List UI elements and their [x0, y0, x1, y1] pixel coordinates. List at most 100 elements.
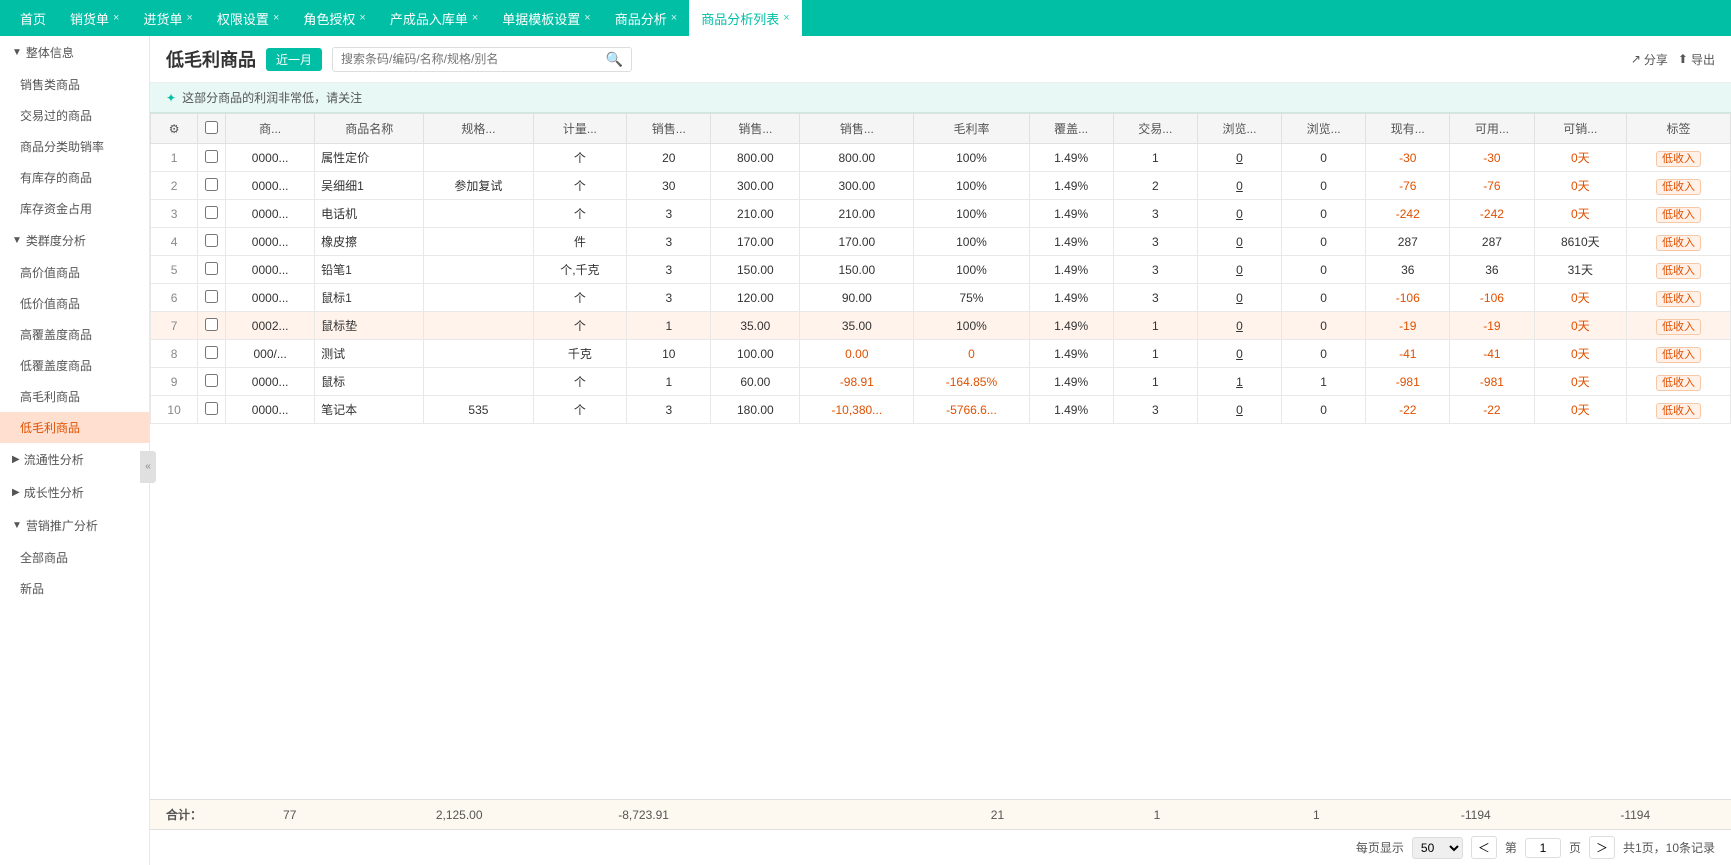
table-row: 5 0000... 铅笔1 个,千克 3 150.00 150.00 100% … [151, 256, 1731, 284]
row-unit: 个 [533, 172, 627, 200]
col-gross-rate[interactable]: 毛利率 [914, 114, 1029, 144]
close-icon[interactable]: × [113, 12, 119, 24]
sidebar-group-growth[interactable]: ▶ 成长性分析 [0, 476, 149, 509]
row-checkbox[interactable] [198, 200, 226, 228]
nav-item-template[interactable]: 单据模板设置 × [490, 0, 602, 36]
table-row: 10 0000... 笔记本 535 个 3 180.00 -10,380...… [151, 396, 1731, 424]
row-sales-qty: 30 [627, 172, 711, 200]
col-name[interactable]: 商品名称 [315, 114, 424, 144]
row-browse1[interactable]: 0 [1197, 200, 1281, 228]
col-browse2[interactable]: 浏览... [1282, 114, 1366, 144]
col-sales-qty[interactable]: 销售... [627, 114, 711, 144]
row-checkbox[interactable] [198, 256, 226, 284]
row-checkbox[interactable] [198, 340, 226, 368]
nav-item-sales[interactable]: 销货单 × [58, 0, 131, 36]
sidebar-item-all-products[interactable]: 全部商品 [0, 542, 149, 573]
col-tag[interactable]: 标签 [1627, 114, 1731, 144]
share-button[interactable]: ↗ 分享 [1631, 51, 1668, 68]
sidebar-item-new-products[interactable]: 新品 [0, 573, 149, 604]
col-available[interactable]: 可用... [1450, 114, 1534, 144]
row-checkbox[interactable] [198, 312, 226, 340]
close-icon[interactable]: × [273, 12, 279, 24]
row-browse1[interactable]: 1 [1197, 368, 1281, 396]
col-checkbox[interactable] [198, 114, 226, 144]
search-input[interactable] [341, 52, 606, 66]
sidebar-item-in-stock[interactable]: 有库存的商品 [0, 162, 149, 193]
row-browse1[interactable]: 0 [1197, 144, 1281, 172]
row-browse1[interactable]: 0 [1197, 256, 1281, 284]
row-checkbox[interactable] [198, 396, 226, 424]
row-tag: 低收入 [1627, 284, 1731, 312]
export-button[interactable]: ⬆ 导出 [1678, 51, 1715, 68]
next-page-button[interactable]: ＞ [1589, 836, 1615, 859]
row-browse1[interactable]: 0 [1197, 228, 1281, 256]
sidebar-item-low-value[interactable]: 低价值商品 [0, 288, 149, 319]
col-saleable[interactable]: 可销... [1534, 114, 1627, 144]
close-icon[interactable]: × [472, 12, 478, 24]
col-browse1[interactable]: 浏览... [1197, 114, 1281, 144]
col-cover-rate[interactable]: 覆盖... [1029, 114, 1113, 144]
col-unit[interactable]: 计量... [533, 114, 627, 144]
col-sales-profit[interactable]: 销售... [800, 114, 914, 144]
close-icon[interactable]: × [783, 12, 789, 24]
row-browse1[interactable]: 0 [1197, 396, 1281, 424]
row-saleable: 31天 [1534, 256, 1627, 284]
close-icon[interactable]: × [584, 12, 590, 24]
row-checkbox[interactable] [198, 228, 226, 256]
row-browse1[interactable]: 0 [1197, 340, 1281, 368]
data-table-container: ⚙ 商... 商品名称 规格... 计量... 销售... 销售... 销售..… [150, 113, 1731, 799]
row-unit: 个 [533, 144, 627, 172]
sidebar-group-circulation[interactable]: ▶ 流通性分析 [0, 443, 149, 476]
sidebar-group-cluster[interactable]: ▼ 类群度分析 [0, 224, 149, 257]
prev-page-button[interactable]: ＜ [1471, 836, 1497, 859]
row-saleable: 0天 [1534, 144, 1627, 172]
row-checkbox[interactable] [198, 284, 226, 312]
nav-item-roles[interactable]: 角色授权 × [291, 0, 377, 36]
row-name: 笔记本 [315, 396, 424, 424]
close-icon[interactable]: × [186, 12, 192, 24]
sidebar-group-overall[interactable]: ▼ 整体信息 [0, 36, 149, 69]
close-icon[interactable]: × [359, 12, 365, 24]
sidebar-group-marketing[interactable]: ▼ 营销推广分析 [0, 509, 149, 542]
sidebar-collapse-button[interactable]: « [140, 451, 156, 483]
nav-item-permissions[interactable]: 权限设置 × [205, 0, 291, 36]
nav-item-product-analysis-list[interactable]: 商品分析列表 × [689, 0, 801, 36]
page-number-input[interactable] [1525, 838, 1561, 858]
row-browse1[interactable]: 0 [1197, 312, 1281, 340]
row-checkbox[interactable] [198, 368, 226, 396]
nav-item-home[interactable]: 首页 [8, 0, 58, 36]
nav-item-purchase[interactable]: 进货单 × [131, 0, 204, 36]
sidebar-item-category-assist[interactable]: 商品分类助销率 [0, 131, 149, 162]
sidebar-item-high-margin[interactable]: 高毛利商品 [0, 381, 149, 412]
col-spec[interactable]: 规格... [424, 114, 533, 144]
sidebar-item-high-value[interactable]: 高价值商品 [0, 257, 149, 288]
row-sales-amt: 800.00 [711, 144, 800, 172]
row-tag: 低收入 [1627, 256, 1731, 284]
page-size-select[interactable]: 50 20 100 [1412, 837, 1463, 859]
sidebar-item-low-margin[interactable]: 低毛利商品 [0, 412, 149, 443]
row-checkbox[interactable] [198, 144, 226, 172]
row-tag: 低收入 [1627, 368, 1731, 396]
sidebar-item-low-coverage[interactable]: 低覆盖度商品 [0, 350, 149, 381]
col-settings[interactable]: ⚙ [151, 114, 198, 144]
close-icon[interactable]: × [671, 12, 677, 24]
row-code: 0002... [226, 312, 315, 340]
row-browse1[interactable]: 0 [1197, 284, 1281, 312]
sidebar-item-sales-products[interactable]: 销售类商品 [0, 69, 149, 100]
col-trade-count[interactable]: 交易... [1113, 114, 1197, 144]
col-current-stock[interactable]: 现有... [1366, 114, 1450, 144]
row-checkbox[interactable] [198, 172, 226, 200]
row-sales-profit: 170.00 [800, 228, 914, 256]
sidebar-item-high-coverage[interactable]: 高覆盖度商品 [0, 319, 149, 350]
col-sales-amt[interactable]: 销售... [711, 114, 800, 144]
sidebar-item-traded-products[interactable]: 交易过的商品 [0, 100, 149, 131]
select-all-checkbox[interactable] [205, 121, 218, 134]
search-icon[interactable]: 🔍 [606, 51, 623, 68]
nav-item-product-entry[interactable]: 产成品入库单 × [378, 0, 490, 36]
sidebar-item-stock-capital[interactable]: 库存资金占用 [0, 193, 149, 224]
time-filter-button[interactable]: 近一月 [266, 48, 322, 71]
row-cover-rate: 1.49% [1029, 368, 1113, 396]
col-code[interactable]: 商... [226, 114, 315, 144]
nav-item-product-analysis[interactable]: 商品分析 × [603, 0, 689, 36]
row-browse1[interactable]: 0 [1197, 172, 1281, 200]
